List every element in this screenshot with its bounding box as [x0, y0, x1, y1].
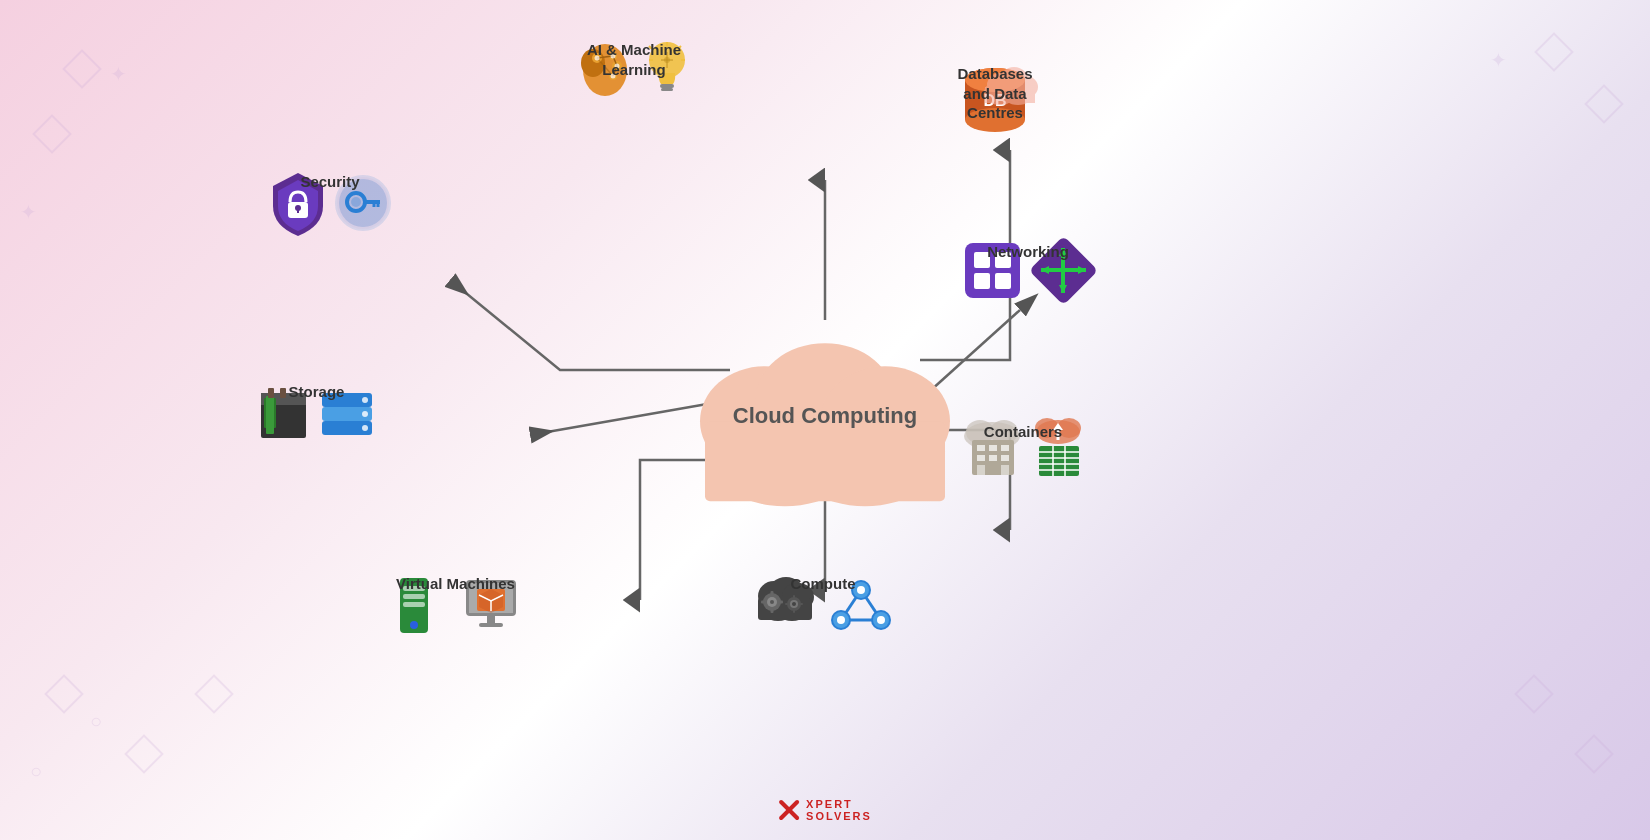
- svg-rect-135: [793, 595, 795, 598]
- svg-point-134: [792, 602, 796, 606]
- svg-rect-79: [1039, 446, 1079, 476]
- containers-label: Containers: [984, 422, 1062, 442]
- svg-point-149: [837, 616, 845, 624]
- svg-rect-115: [487, 616, 495, 624]
- svg-rect-131: [779, 601, 783, 604]
- svg-rect-100: [268, 388, 274, 398]
- cloud-center: Cloud Computing: [685, 321, 965, 511]
- svg-point-105: [362, 425, 368, 431]
- svg-rect-53: [974, 273, 990, 289]
- svg-point-107: [362, 397, 368, 403]
- svg-point-106: [362, 411, 368, 417]
- security-group: Security: [268, 168, 392, 244]
- cloud-center-label: Cloud Computing: [733, 403, 918, 429]
- svg-point-92: [351, 197, 361, 207]
- svg-rect-29: [660, 84, 674, 88]
- svg-rect-68: [1001, 445, 1009, 451]
- svg-rect-30: [661, 88, 673, 91]
- brand-line2: SOLVERS: [806, 810, 872, 822]
- storage-group: Storage: [256, 378, 377, 449]
- svg-rect-99: [266, 396, 274, 434]
- brand: XPERT SOLVERS: [778, 798, 872, 822]
- security-label: Security: [300, 172, 359, 192]
- svg-point-150: [877, 616, 885, 624]
- db-label: Databases and DataCentres: [957, 64, 1032, 123]
- svg-rect-137: [785, 603, 788, 605]
- svg-rect-66: [977, 445, 985, 451]
- svg-point-127: [770, 600, 774, 604]
- svg-rect-73: [1001, 465, 1009, 475]
- db-group: DB Databases and DataCentres: [960, 60, 1030, 146]
- networking-group: Networking: [960, 238, 1096, 309]
- ai-ml-group: AI & Machine Learning: [575, 38, 693, 109]
- svg-rect-138: [800, 603, 803, 605]
- ai-ml-label: AI & Machine Learning: [575, 40, 693, 79]
- svg-rect-130: [761, 601, 765, 604]
- svg-rect-128: [771, 591, 774, 595]
- svg-point-148: [857, 586, 865, 594]
- svg-rect-72: [977, 465, 985, 475]
- brand-logo: [778, 799, 800, 821]
- svg-rect-129: [771, 609, 774, 613]
- svg-rect-54: [995, 273, 1011, 289]
- svg-rect-70: [989, 455, 997, 461]
- svg-rect-71: [1001, 455, 1009, 461]
- svg-point-112: [410, 621, 418, 629]
- vm-group: Virtual Machines: [390, 570, 521, 646]
- svg-rect-13: [705, 421, 945, 501]
- brand-line1: XPERT: [806, 798, 872, 810]
- svg-rect-136: [793, 610, 795, 613]
- containers-group: Containers: [960, 418, 1086, 489]
- svg-rect-116: [479, 623, 503, 627]
- svg-rect-67: [989, 445, 997, 451]
- storage-label: Storage: [289, 382, 345, 402]
- svg-rect-69: [977, 455, 985, 461]
- svg-rect-101: [280, 388, 286, 398]
- compute-label: Compute: [791, 574, 856, 594]
- svg-rect-111: [403, 602, 425, 607]
- vm-label: Virtual Machines: [396, 574, 515, 594]
- diagram-container: Cloud Computing: [0, 0, 1650, 840]
- networking-label: Networking: [987, 242, 1069, 262]
- compute-group: Compute: [750, 570, 896, 646]
- svg-rect-110: [403, 594, 425, 599]
